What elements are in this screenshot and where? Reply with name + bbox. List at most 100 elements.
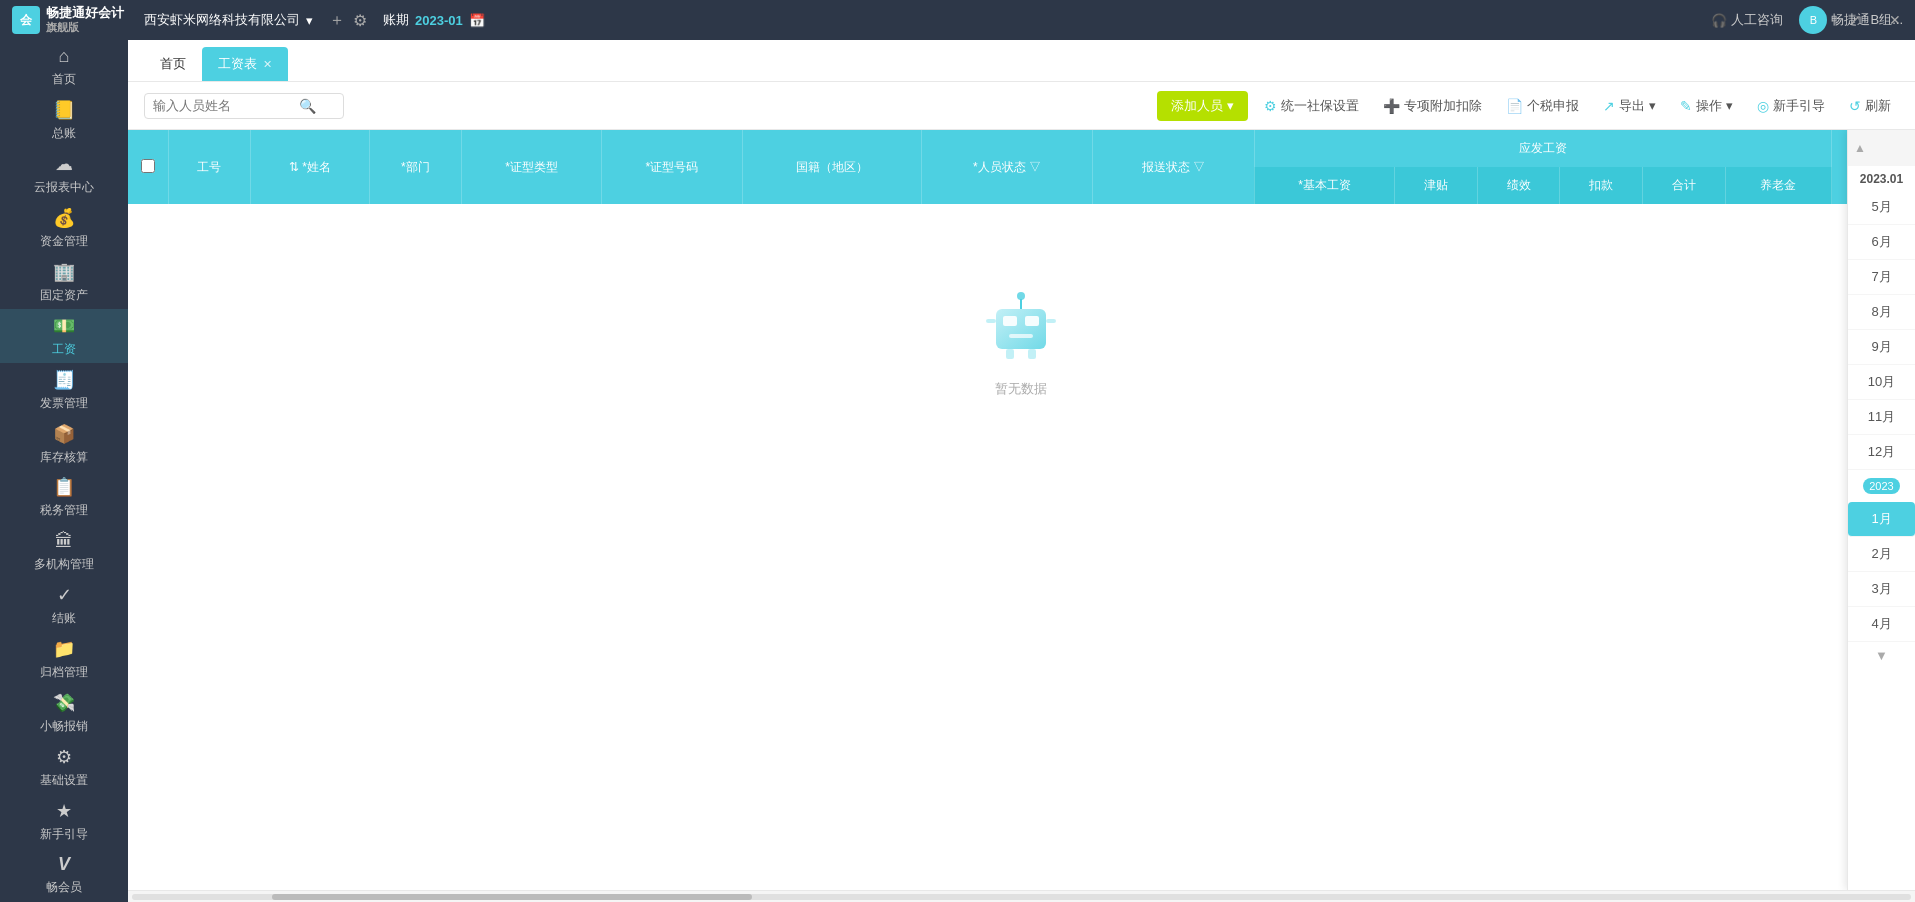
sidebar-item-invoice[interactable]: 🧾 发票管理 xyxy=(0,363,128,417)
search-input[interactable] xyxy=(153,98,293,113)
date-month-1[interactable]: 1月 xyxy=(1848,502,1915,537)
social-setting-label: 统一社保设置 xyxy=(1281,97,1359,115)
th-nationality: 国籍（地区） xyxy=(742,130,921,204)
tab-salary[interactable]: 工资表 ✕ xyxy=(202,47,288,81)
date-panel-down-arrow[interactable]: ▼ xyxy=(1848,642,1915,669)
select-all-checkbox[interactable] xyxy=(141,159,155,173)
sidebar-item-archive[interactable]: 📁 归档管理 xyxy=(0,633,128,687)
date-month-12[interactable]: 12月 xyxy=(1848,435,1915,470)
window-controls: ⤢ ✕ xyxy=(1835,0,1915,40)
expense-icon: 💸 xyxy=(53,692,75,714)
refresh-btn[interactable]: ↺ 刷新 xyxy=(1841,93,1899,119)
personal-tax-icon: 📄 xyxy=(1506,98,1523,114)
company-selector[interactable]: 西安虾米网络科技有限公司 ▾ xyxy=(144,11,313,29)
date-month-8[interactable]: 8月 xyxy=(1848,295,1915,330)
sort-icon: ⇅ xyxy=(289,160,299,174)
th-payroll-group: 应发工资 xyxy=(1254,130,1831,167)
sidebar-item-asset[interactable]: 🏢 固定资产 xyxy=(0,256,128,310)
sidebar-item-expense[interactable]: 💸 小畅报销 xyxy=(0,687,128,741)
toolbar-right: 添加人员 ▾ ⚙ 统一社保设置 ➕ 专项附加扣除 📄 个税申报 xyxy=(1157,91,1899,121)
add-company-btn[interactable]: ＋ xyxy=(329,10,345,31)
sidebar-item-settle[interactable]: ✓ 结账 xyxy=(0,579,128,633)
sidebar-item-settings[interactable]: ⚙ 基础设置 xyxy=(0,740,128,794)
personal-tax-btn[interactable]: 📄 个税申报 xyxy=(1498,93,1587,119)
settings-sidebar-icon: ⚙ xyxy=(56,746,72,768)
empty-state-row: 暂无数据 xyxy=(128,204,1915,478)
svg-point-5 xyxy=(1017,292,1025,300)
app-logo: 会 畅捷通好会计 旗舰版 xyxy=(12,5,124,36)
logo-icon: 会 xyxy=(12,6,40,34)
date-month-10[interactable]: 10月 xyxy=(1848,365,1915,400)
date-month-3[interactable]: 3月 xyxy=(1848,572,1915,607)
empty-state: 暂无数据 xyxy=(128,204,1915,478)
add-person-button[interactable]: 添加人员 ▾ xyxy=(1157,91,1248,121)
sidebar-item-inventory[interactable]: 📦 库存核算 xyxy=(0,417,128,471)
export-icon: ↗ xyxy=(1603,98,1615,114)
th-performance: 绩效 xyxy=(1477,167,1560,204)
sidebar-item-ledger[interactable]: 📒 总账 xyxy=(0,94,128,148)
empty-text: 暂无数据 xyxy=(995,380,1047,398)
invoice-icon: 🧾 xyxy=(53,369,75,391)
person-status-filter-icon[interactable]: ▽ xyxy=(1029,160,1041,174)
sidebar-item-fund[interactable]: 💰 资金管理 xyxy=(0,202,128,256)
cloud-icon: ☁ xyxy=(55,153,73,175)
close-btn[interactable]: ✕ xyxy=(1875,0,1915,40)
operations-dropdown-icon: ▾ xyxy=(1726,98,1733,113)
date-month-11[interactable]: 11月 xyxy=(1848,400,1915,435)
date-month-2[interactable]: 2月 xyxy=(1848,537,1915,572)
fund-icon: 💰 xyxy=(53,207,75,229)
period-display: 账期 2023-01 📅 xyxy=(383,11,485,29)
operations-icon: ✎ xyxy=(1680,98,1692,114)
sidebar-item-guide[interactable]: ★ 新手引导 xyxy=(0,794,128,848)
tab-home[interactable]: 首页 xyxy=(144,47,202,81)
sidebar-item-member[interactable]: V 畅会员 xyxy=(0,848,128,902)
operations-btn[interactable]: ✎ 操作 ▾ xyxy=(1672,93,1741,119)
empty-illustration xyxy=(981,284,1061,364)
social-setting-btn[interactable]: ⚙ 统一社保设置 xyxy=(1256,93,1367,119)
salary-icon: 💵 xyxy=(53,315,75,337)
export-btn[interactable]: ↗ 导出 ▾ xyxy=(1595,93,1664,119)
maximize-btn[interactable]: ⤢ xyxy=(1835,0,1875,40)
special-deduct-btn[interactable]: ➕ 专项附加扣除 xyxy=(1375,93,1490,119)
date-panel-header: ▲ xyxy=(1848,130,1915,166)
settings-btn[interactable]: ⚙ xyxy=(353,11,367,30)
human-service-btn[interactable]: 🎧 人工咨询 xyxy=(1711,11,1783,29)
date-month-6[interactable]: 6月 xyxy=(1848,225,1915,260)
date-panel: ▲ 2023.01 5月 6月 7月 8月 xyxy=(1847,130,1915,890)
svg-rect-7 xyxy=(1046,319,1056,323)
app-container: 会 畅捷通好会计 旗舰版 西安虾米网络科技有限公司 ▾ ＋ ⚙ 账期 2023-… xyxy=(0,0,1915,902)
guide-toolbar-btn[interactable]: ◎ 新手引导 xyxy=(1749,93,1833,119)
app-edition: 旗舰版 xyxy=(46,20,124,35)
date-month-9[interactable]: 9月 xyxy=(1848,330,1915,365)
maximize-icon: ⤢ xyxy=(1849,12,1861,28)
th-name: ⇅ *姓名 xyxy=(251,130,370,204)
th-total: 合计 xyxy=(1642,167,1725,204)
sidebar-item-home[interactable]: ⌂ 首页 xyxy=(0,40,128,94)
sidebar-item-salary[interactable]: 💵 工资 xyxy=(0,309,128,363)
svg-rect-2 xyxy=(1025,316,1039,326)
date-panel-up-arrow[interactable]: ▲ xyxy=(1854,141,1866,155)
member-icon: V xyxy=(58,854,70,875)
th-pension: 养老金 xyxy=(1725,167,1832,204)
ledger-icon: 📒 xyxy=(53,99,75,121)
sidebar-item-cloud-report[interactable]: ☁ 云报表中心 xyxy=(0,148,128,202)
date-month-4[interactable]: 4月 xyxy=(1848,607,1915,642)
year-badge-container: 2023 xyxy=(1848,470,1915,502)
th-department: *部门 xyxy=(369,130,461,204)
svg-rect-1 xyxy=(1003,316,1017,326)
sidebar-item-multi-org[interactable]: 🏛 多机构管理 xyxy=(0,525,128,579)
special-deduct-icon: ➕ xyxy=(1383,98,1400,114)
th-deduction: 扣款 xyxy=(1560,167,1643,204)
sidebar-item-tax[interactable]: 📋 税务管理 xyxy=(0,471,128,525)
report-status-filter-icon[interactable]: ▽ xyxy=(1193,160,1205,174)
calendar-icon[interactable]: 📅 xyxy=(469,13,485,28)
scrollbar-thumb[interactable] xyxy=(272,894,752,900)
refresh-label: 刷新 xyxy=(1865,97,1891,115)
archive-icon: 📁 xyxy=(53,638,75,660)
date-month-7[interactable]: 7月 xyxy=(1848,260,1915,295)
date-month-5[interactable]: 5月 xyxy=(1848,190,1915,225)
th-base-salary: *基本工资 xyxy=(1254,167,1394,204)
table-container: 工号 ⇅ *姓名 *部门 *证型类型 *证型号码 国籍（地区） *人员状态 ▽ xyxy=(128,130,1915,890)
headset-icon: 🎧 xyxy=(1711,13,1727,28)
tab-close-icon[interactable]: ✕ xyxy=(263,58,272,71)
